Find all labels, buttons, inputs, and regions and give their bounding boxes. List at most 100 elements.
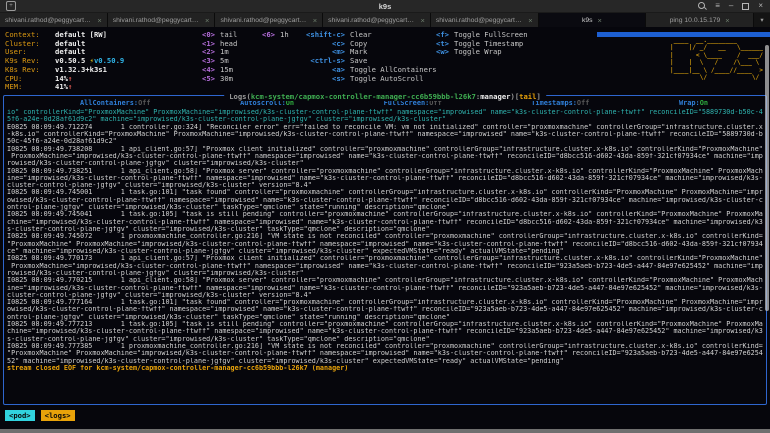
log-line: I0825 08:09:49.777385 1 proxmoxmachine_c… <box>7 343 764 350</box>
tab-close-icon[interactable]: × <box>205 16 209 25</box>
log-line: E0825 08:09:49.712274 1 controller.go:32… <box>7 124 764 131</box>
tab-label: ping 10.0.15.179 <box>670 17 721 24</box>
log-line: owised/k3s-cluster-control-plane-ftwff" … <box>7 197 764 204</box>
tab[interactable]: shivani.rathod@peggycarter:... × <box>215 13 323 27</box>
search-icon[interactable] <box>698 2 706 10</box>
tab-close-icon[interactable]: × <box>598 16 602 25</box>
log-flag: AllContainers:Off <box>80 99 151 107</box>
tab-dropdown-button[interactable]: ▾ <box>754 13 770 27</box>
tab[interactable]: shivani.rathod@peggycarter:... × <box>0 13 108 27</box>
info-value: v1.32.3+k3s1 <box>55 65 107 74</box>
log-line: I0825 08:09:49.738251 1 api_client.go:58… <box>7 168 764 175</box>
log-line: ProxmoxMachine="improwised/k3s-cluster-c… <box>7 153 764 160</box>
breadcrumb: <pod><logs> <box>5 411 770 420</box>
hotkey-desc: Toggle FullScreen <box>454 30 528 39</box>
flag-label: Wrap: <box>679 99 700 107</box>
info-label: MEM: <box>5 83 55 92</box>
tab-strip: shivani.rathod@peggycarter:... × shivani.r… <box>0 13 770 27</box>
tab-close-icon[interactable]: × <box>420 16 424 25</box>
bottom-edge-bar <box>0 429 770 433</box>
k9s-header: Context:default [RW]Cluster:defaultUser:… <box>0 27 770 91</box>
log-viewport: Logs(kcm-system/capmox-controller-manage… <box>3 95 767 405</box>
maximize-button[interactable] <box>742 3 749 10</box>
menu-icon[interactable]: ≡ <box>715 2 720 10</box>
close-button[interactable]: × <box>758 2 763 10</box>
log-line: rowised/k3s-cluster-control-plane-jgfgv"… <box>7 160 764 167</box>
log-line: ontrol-plane-jgfgv" cluster="improwised/… <box>7 204 764 211</box>
new-tab-icon[interactable]: + <box>6 1 16 11</box>
tab-label: k9s <box>582 17 593 24</box>
log-line: 5f6-a24e-0d28af61d9c2" machine="improwis… <box>7 116 764 123</box>
tab[interactable]: shivani.rathod@peggycarter:... × <box>323 13 431 27</box>
log-title: Logs(kcm-system/capmox-controller-manage… <box>224 92 546 101</box>
log-line: chine="improwised/k3s-cluster-control-pl… <box>7 219 764 226</box>
hotkey-row: <s>Toggle AutoScroll <box>303 75 433 84</box>
hotkeys-column-3: <shift-c>Clear<c>Copy<m>Mark<ctrl-s>Save… <box>303 31 433 91</box>
info-value: default [RW] <box>55 30 107 39</box>
log-line: ine="improwised/k3s-cluster-control-plan… <box>7 285 764 292</box>
hotkey-row: <shift-c>Clear <box>303 31 433 40</box>
info-value: default <box>55 47 85 56</box>
tab-close-icon[interactable]: × <box>313 16 317 25</box>
hotkey-desc: tail <box>220 30 237 39</box>
tab-close-icon[interactable]: × <box>97 16 101 25</box>
log-line: I0825 08:09:49.745072 1 proxmoxmachine_c… <box>7 233 764 240</box>
breadcrumb-item: <logs> <box>41 410 75 421</box>
log-line: I0825 08:09:49.745041 1 task.go:105] "ta… <box>7 211 764 218</box>
log-line: I0825 08:09:49.777213 1 task.go:105] "ta… <box>7 321 764 328</box>
cluster-info-row: MEM:41%↑ <box>5 83 197 92</box>
log-line: owised/k3s-cluster-control-plane-ftwff" … <box>7 306 764 313</box>
log-line: chine="improwised/k3s-cluster-control-pl… <box>7 328 764 335</box>
info-value: v0.50.5 <box>55 56 85 65</box>
tab-close-icon[interactable]: × <box>528 16 532 25</box>
log-line: ce" machine="improwised/k3s-cluster-cont… <box>7 248 764 255</box>
log-line: cluster-control-plane-jgfgv" cluster="im… <box>7 182 764 189</box>
tab-label: shivani.rathod@peggycarter:... <box>5 17 92 24</box>
log-line: 50c-45f6-a24e-0d28af61d9c2" <box>7 138 764 145</box>
hotkeys-column-4: <f>Toggle FullScreen<t>Toggle Timestamp<… <box>433 31 573 91</box>
hotkey-row: <6>1h <box>257 31 303 40</box>
tab-close-icon[interactable]: × <box>725 16 729 25</box>
hotkey-key: <w> <box>433 48 449 57</box>
hotkey-desc: head <box>220 39 237 48</box>
flag-value: Off <box>577 99 589 107</box>
tab-label: shivani.rathod@peggycarter:... <box>220 17 307 24</box>
cluster-info-row: CPU:14%↑ <box>5 75 197 84</box>
log-line: cluster-control-plane-jgfgv" cluster="im… <box>7 292 764 299</box>
hotkey-key: <5> <box>197 75 215 84</box>
tab-label: shivani.rathod@peggycarter:... <box>328 17 415 24</box>
log-line: ine="improwised/k3s-cluster-control-plan… <box>7 175 764 182</box>
window-title: k9s <box>379 2 392 11</box>
info-value: 14% <box>55 74 68 83</box>
terminal-content: Context:default [RW]Cluster:defaultUser:… <box>0 27 770 429</box>
tab-active[interactable]: k9s × <box>539 13 647 27</box>
flag-value: Off <box>138 99 150 107</box>
tab-label: shivani.rathod@peggycarter:... <box>113 17 200 24</box>
vertical-scrollbar[interactable] <box>765 45 769 311</box>
delta-icon: ↑ <box>68 82 72 91</box>
log-title-segment: kcm-system/capmox-controller-manager-cc6… <box>251 92 476 101</box>
tab[interactable]: shivani.rathod@peggycarter:...× <box>431 13 539 27</box>
upgrade-flash-icon: ⚡ <box>85 56 94 65</box>
minimize-button[interactable]: – <box>729 2 733 10</box>
hotkey-desc: Save <box>350 56 367 65</box>
log-title-segment: tail <box>519 92 536 101</box>
flag-value: On <box>700 99 708 107</box>
info-value: default <box>55 39 85 48</box>
log-title-segment: ] <box>536 92 540 101</box>
log-output[interactable]: io" controllerKind="ProxmoxMachine" Prox… <box>4 107 766 372</box>
hotkey-desc: Clear <box>350 30 372 39</box>
tab[interactable]: ping 10.0.15.179 × <box>646 13 754 27</box>
log-line: stream closed EOF for kcm-system/capmox-… <box>7 365 764 372</box>
delta-icon: ↑ <box>68 74 72 83</box>
log-line: io" controllerKind="ProxmoxMachine" Prox… <box>7 109 764 116</box>
hotkey-row: <c>Copy <box>303 40 433 49</box>
upgrade-version: v0.50.9 <box>94 56 124 65</box>
log-title-segment: Logs( <box>229 92 251 101</box>
tab[interactable]: shivani.rathod@peggycarter:... × <box>108 13 216 27</box>
log-line: 52" machine="improwised/k3s-cluster-cont… <box>7 358 764 365</box>
log-line: I0825 08:09:49.745001 1 task.go:101] "ta… <box>7 189 764 196</box>
log-line: s-cluster-control-plane-jgfgv" cluster="… <box>7 226 764 233</box>
log-line: I0825 08:09:49.770173 1 api_client.go:57… <box>7 255 764 262</box>
hotkey-desc: Mark <box>350 47 367 56</box>
